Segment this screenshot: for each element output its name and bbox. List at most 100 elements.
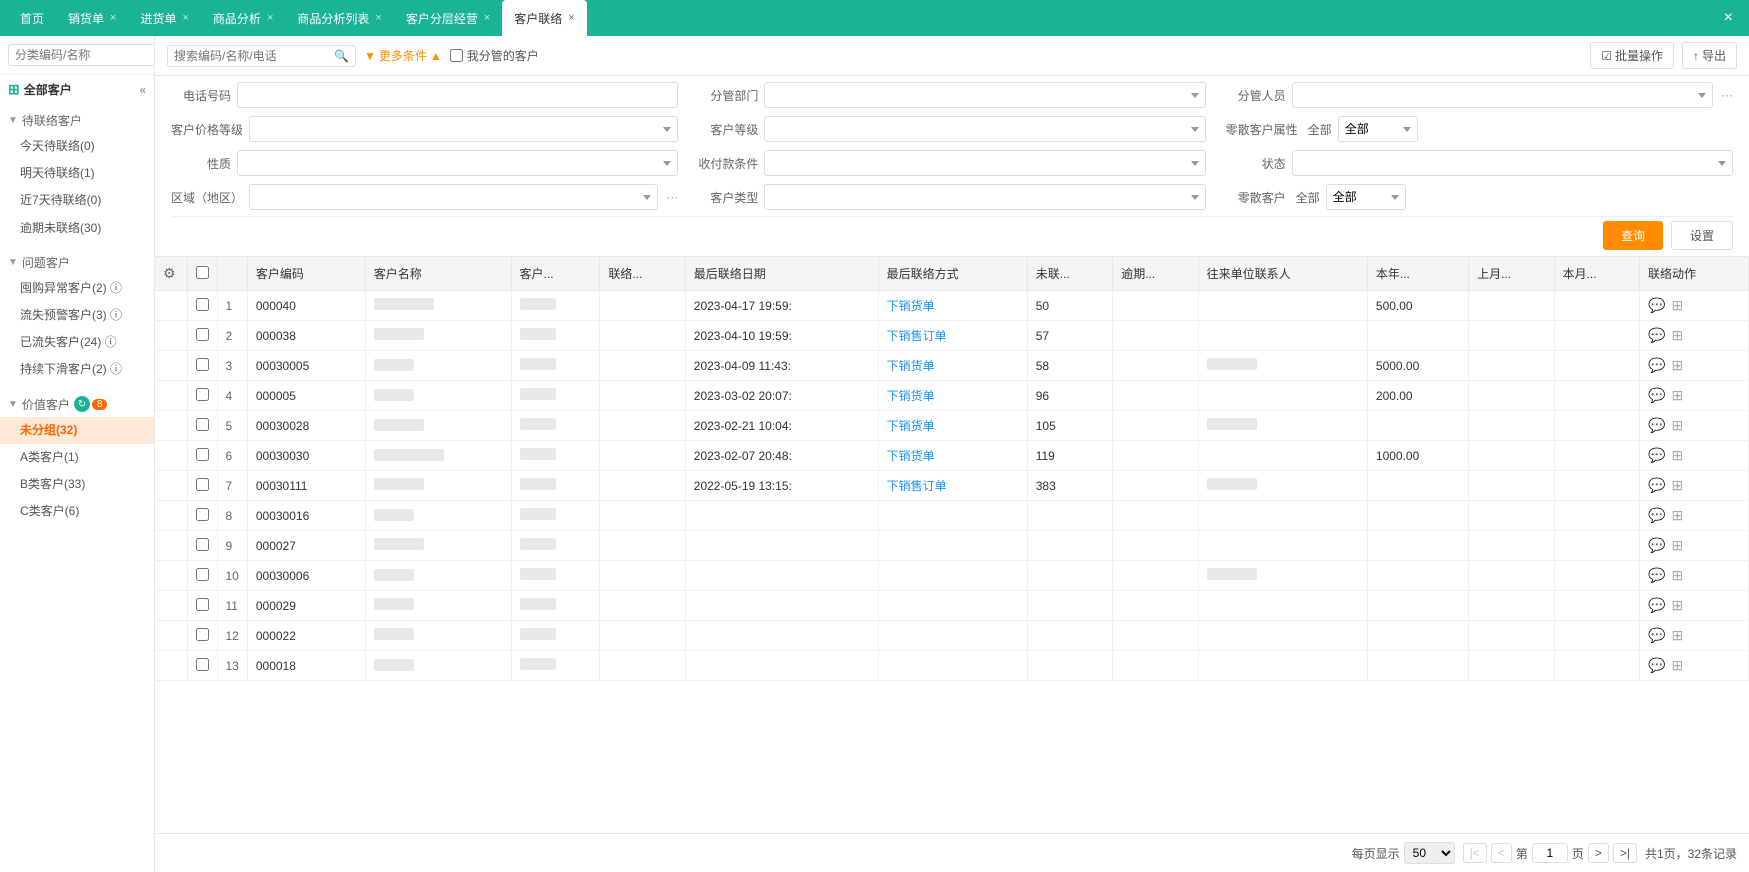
last-way-link[interactable]: 下销货单 — [887, 419, 935, 433]
sidebar-group-pending-title[interactable]: ▼ 待联络客户 — [0, 108, 154, 133]
sidebar-item-lost[interactable]: 已流失客户(24) ⓘ — [0, 329, 154, 356]
nature-select[interactable] — [237, 150, 678, 176]
grid-action-icon[interactable]: ⊞ — [1671, 327, 1683, 344]
grid-action-icon[interactable]: ⊞ — [1671, 597, 1683, 614]
chat-icon[interactable]: 💬 — [1648, 327, 1665, 344]
sidebar-item-class-b[interactable]: B类客户(33) — [0, 471, 154, 498]
tab-customer-segment[interactable]: 客户分层经营 × — [394, 0, 502, 36]
row-checkbox[interactable] — [196, 418, 209, 431]
close-all-button[interactable]: × — [1716, 9, 1741, 27]
sidebar-item-declining[interactable]: 持续下滑客户(2) ⓘ — [0, 356, 154, 383]
chat-icon[interactable]: 💬 — [1648, 417, 1665, 434]
sidebar-all-customers[interactable]: ⊞ 全部客户 « — [0, 75, 154, 104]
region-more-icon[interactable]: ··· — [666, 190, 678, 204]
staff-select[interactable] — [1292, 82, 1713, 108]
close-product-analysis[interactable]: × — [267, 12, 273, 24]
sidebar-item-class-a[interactable]: A类客户(1) — [0, 444, 154, 471]
row-checkbox[interactable] — [196, 658, 209, 671]
batch-ops-button[interactable]: ☑ 批量操作 — [1590, 42, 1674, 69]
grid-action-icon[interactable]: ⊞ — [1671, 537, 1683, 554]
refresh-icon[interactable]: ↻ — [74, 396, 90, 412]
grid-action-icon[interactable]: ⊞ — [1671, 357, 1683, 374]
row-checkbox[interactable] — [196, 448, 209, 461]
row-checkbox[interactable] — [196, 568, 209, 581]
chat-icon[interactable]: 💬 — [1648, 477, 1665, 494]
sidebar-item-today[interactable]: 今天待联络(0) — [0, 133, 154, 160]
tab-product-analysis[interactable]: 商品分析 × — [201, 0, 285, 36]
sidebar-item-class-c[interactable]: C类客户(6) — [0, 498, 154, 525]
more-conditions-btn[interactable]: ▼ 更多条件 ▲ — [364, 47, 442, 64]
last-way-link[interactable]: 下销售订单 — [887, 329, 947, 343]
last-way-link[interactable]: 下销货单 — [887, 299, 935, 313]
main-search-input[interactable] — [174, 49, 334, 63]
next-page-btn[interactable]: > — [1588, 843, 1609, 863]
grid-action-icon[interactable]: ⊞ — [1671, 297, 1683, 314]
chat-icon[interactable]: 💬 — [1648, 387, 1665, 404]
select-all-checkbox[interactable] — [196, 266, 209, 279]
main-search-icon[interactable]: 🔍 — [334, 49, 349, 63]
chat-icon[interactable]: 💬 — [1648, 537, 1665, 554]
last-way-link[interactable]: 下销货单 — [887, 449, 935, 463]
tab-customer-contact[interactable]: 客户联络 × — [502, 0, 586, 36]
sidebar-group-value-title[interactable]: ▼ 价值客户 ↻ 8 — [0, 392, 154, 417]
last-page-btn[interactable]: >| — [1613, 843, 1637, 863]
grid-action-icon[interactable]: ⊞ — [1671, 567, 1683, 584]
row-checkbox[interactable] — [196, 628, 209, 641]
my-customers-checkbox[interactable] — [450, 49, 463, 62]
tab-purchase-order[interactable]: 进货单 × — [128, 0, 200, 36]
settings-icon[interactable]: ⚙ — [163, 265, 176, 281]
chat-icon[interactable]: 💬 — [1648, 447, 1665, 464]
payment-select[interactable] — [764, 150, 1205, 176]
row-checkbox[interactable] — [196, 388, 209, 401]
grid-action-icon[interactable]: ⊞ — [1671, 507, 1683, 524]
close-customer-contact[interactable]: × — [568, 12, 574, 24]
grid-action-icon[interactable]: ⊞ — [1671, 417, 1683, 434]
chat-icon[interactable]: 💬 — [1648, 597, 1665, 614]
first-page-btn[interactable]: |< — [1463, 843, 1487, 863]
retail-cust-select[interactable]: 全部 — [1326, 184, 1406, 210]
row-checkbox[interactable] — [196, 508, 209, 521]
reset-button[interactable]: 设置 — [1671, 221, 1733, 250]
row-checkbox[interactable] — [196, 298, 209, 311]
phone-input[interactable] — [237, 82, 678, 108]
status-select[interactable] — [1292, 150, 1733, 176]
page-input[interactable] — [1532, 843, 1568, 863]
sidebar-item-warning[interactable]: 流失预警客户(3) ⓘ — [0, 302, 154, 329]
sidebar-collapse-btn[interactable]: « — [139, 83, 146, 97]
staff-more-icon[interactable]: ··· — [1721, 88, 1733, 102]
grid-action-icon[interactable]: ⊞ — [1671, 627, 1683, 644]
grid-action-icon[interactable]: ⊞ — [1671, 387, 1683, 404]
row-checkbox[interactable] — [196, 538, 209, 551]
tab-sales-order[interactable]: 销货单 × — [56, 0, 128, 36]
row-checkbox[interactable] — [196, 478, 209, 491]
tab-product-analysis-list[interactable]: 商品分析列表 × — [285, 0, 393, 36]
cust-type-select[interactable] — [764, 184, 1205, 210]
query-button[interactable]: 查询 — [1603, 221, 1663, 250]
grid-action-icon[interactable]: ⊞ — [1671, 477, 1683, 494]
grid-action-icon[interactable]: ⊞ — [1671, 447, 1683, 464]
close-customer-segment[interactable]: × — [484, 12, 490, 24]
grid-action-icon[interactable]: ⊞ — [1671, 657, 1683, 674]
sidebar-item-overdue[interactable]: 逾期未联络(30) — [0, 215, 154, 242]
tab-home[interactable]: 首页 — [8, 0, 56, 36]
row-checkbox[interactable] — [196, 598, 209, 611]
chat-icon[interactable]: 💬 — [1648, 297, 1665, 314]
export-button[interactable]: ↑ 导出 — [1682, 42, 1737, 69]
cust-level-select[interactable] — [764, 116, 1205, 142]
chat-icon[interactable]: 💬 — [1648, 567, 1665, 584]
prev-page-btn[interactable]: < — [1491, 843, 1512, 863]
page-size-select[interactable]: 50 20 100 — [1404, 842, 1455, 864]
sidebar-search-input[interactable] — [8, 44, 155, 66]
sidebar-item-7days[interactable]: 近7天待联络(0) — [0, 187, 154, 214]
region-select[interactable] — [249, 184, 658, 210]
last-way-link[interactable]: 下销货单 — [887, 389, 935, 403]
row-checkbox[interactable] — [196, 358, 209, 371]
last-way-link[interactable]: 下销售订单 — [887, 479, 947, 493]
retail-attr-select[interactable]: 全部 — [1338, 116, 1418, 142]
dept-select[interactable] — [764, 82, 1205, 108]
close-product-analysis-list[interactable]: × — [375, 12, 381, 24]
last-way-link[interactable]: 下销货单 — [887, 359, 935, 373]
sidebar-item-ungroup[interactable]: 未分组(32) — [0, 417, 154, 444]
close-purchase-order[interactable]: × — [182, 12, 188, 24]
chat-icon[interactable]: 💬 — [1648, 657, 1665, 674]
